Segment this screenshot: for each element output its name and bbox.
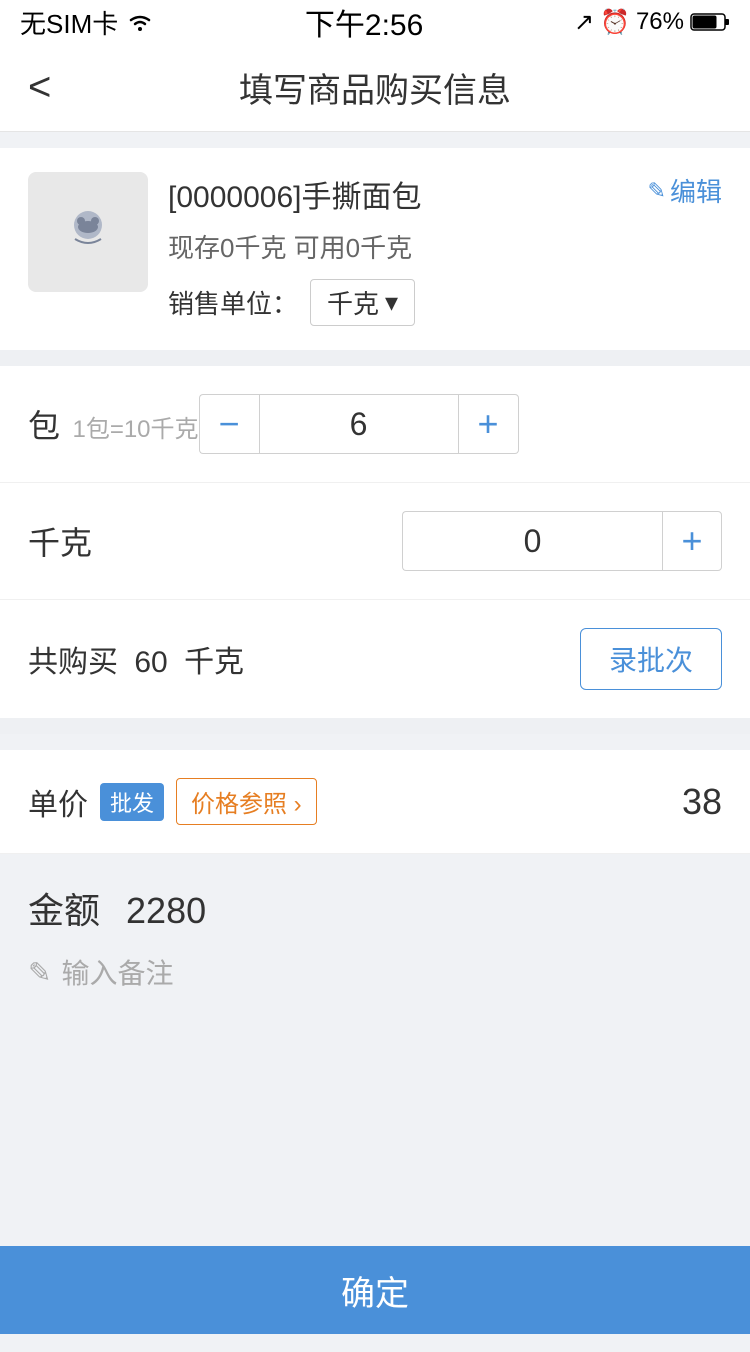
- remark-icon: ✎: [28, 956, 51, 989]
- package-decrement-button[interactable]: −: [199, 394, 259, 454]
- back-button[interactable]: <: [28, 65, 51, 110]
- unit-value: 千克: [327, 284, 379, 321]
- remark-placeholder: 输入备注: [61, 952, 173, 992]
- price-section: 单价 批发 价格参照 › 38: [0, 750, 750, 854]
- summary-text: 共购买 60 千克: [28, 637, 244, 681]
- section-divider-2: [0, 718, 750, 734]
- page-title: 填写商品购买信息: [239, 63, 511, 112]
- package-label: 包 1包=10千克: [28, 401, 199, 447]
- product-info: [0000006]手撕面包 现存0千克 可用0千克 销售单位： 千克 ▾: [168, 172, 722, 326]
- product-stock: 现存0千克 可用0千克: [168, 228, 722, 265]
- price-tag: 批发: [100, 783, 164, 821]
- remark-row[interactable]: ✎ 输入备注: [28, 952, 722, 992]
- section-divider-1: [0, 350, 750, 366]
- unit-label: 销售单位：: [168, 284, 298, 321]
- status-right: ↗ ⏰ 76%: [574, 8, 730, 37]
- dropdown-icon: ▾: [385, 287, 398, 318]
- product-name: [0000006]手撕面包: [168, 172, 722, 216]
- kg-label: 千克: [28, 518, 402, 564]
- nav-bar: < 填写商品购买信息: [0, 44, 750, 132]
- amount-section: 金额 2280 ✎ 输入备注: [0, 854, 750, 1052]
- price-value: 38: [682, 781, 722, 823]
- edit-label: 编辑: [670, 172, 722, 209]
- product-image: [28, 172, 148, 292]
- price-reference-button[interactable]: 价格参照 ›: [176, 778, 317, 825]
- package-hint: 1包=10千克: [72, 416, 198, 443]
- battery-icon: [690, 11, 730, 33]
- price-row: 单价 批发 价格参照 › 38: [28, 778, 722, 825]
- unit-select[interactable]: 千克 ▾: [310, 279, 415, 326]
- edit-button[interactable]: ✎ 编辑: [648, 172, 722, 209]
- package-quantity-control: − +: [199, 394, 519, 454]
- confirm-button-text: 确定: [341, 1266, 409, 1315]
- wifi-icon: [126, 11, 154, 33]
- package-increment-button[interactable]: +: [459, 394, 519, 454]
- product-card: [0000006]手撕面包 现存0千克 可用0千克 销售单位： 千克 ▾ ✎ 编…: [0, 148, 750, 350]
- carrier-text: 无SIM卡: [20, 4, 118, 41]
- package-input-row: 包 1包=10千克 − +: [0, 366, 750, 483]
- alarm-icon: ⏰: [600, 8, 630, 37]
- battery-text: 76%: [636, 8, 684, 36]
- kg-quantity-control: +: [402, 511, 722, 571]
- kg-quantity-input[interactable]: [402, 511, 662, 571]
- status-time: 下午2:56: [305, 0, 423, 44]
- record-batch-button[interactable]: 录批次: [580, 628, 722, 690]
- price-label: 单价: [28, 780, 88, 824]
- product-logo: [53, 197, 123, 267]
- location-icon: ↗: [574, 8, 594, 37]
- kg-input-row: 千克 +: [0, 483, 750, 600]
- product-unit-row: 销售单位： 千克 ▾: [168, 279, 722, 326]
- amount-row: 金额 2280: [28, 882, 722, 934]
- kg-increment-button[interactable]: +: [662, 511, 722, 571]
- summary-row: 共购买 60 千克 录批次: [0, 600, 750, 718]
- status-carrier: 无SIM卡: [20, 4, 154, 41]
- status-bar: 无SIM卡 下午2:56 ↗ ⏰ 76%: [0, 0, 750, 44]
- package-quantity-input[interactable]: [259, 394, 459, 454]
- confirm-bar[interactable]: 确定: [0, 1246, 750, 1334]
